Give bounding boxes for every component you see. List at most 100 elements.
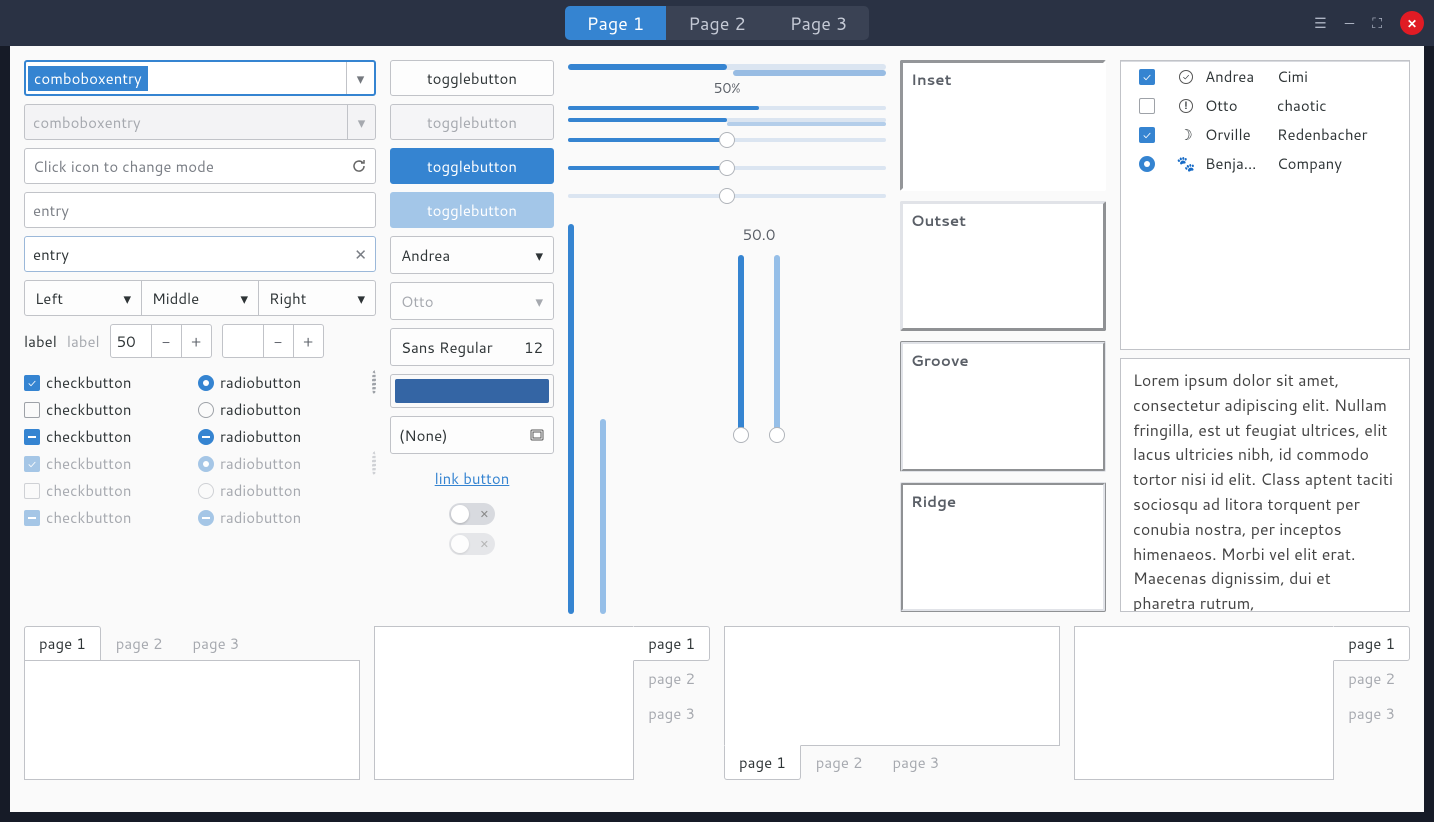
table-row[interactable]: 🐾 Benja... Company (1121, 149, 1409, 178)
radiobutton-4-disabled: radiobutton (198, 453, 354, 474)
row-checkbox[interactable] (1139, 98, 1155, 114)
dropdown-left[interactable]: Left▾ (24, 280, 142, 316)
togglebutton-3-active[interactable]: togglebutton (390, 148, 554, 184)
entry-mode[interactable]: Click icon to change mode (24, 148, 376, 184)
scale-h-2[interactable] (568, 166, 886, 170)
comboboxentry-1[interactable]: comboboxentry ▾ (24, 60, 376, 96)
frame-inset: Inset (900, 60, 1106, 191)
file-chooser-button[interactable]: (None) (390, 416, 554, 454)
checkbutton-3[interactable]: checkbutton (24, 426, 180, 447)
row-checkbox[interactable] (1139, 69, 1155, 85)
checkbutton-2[interactable]: checkbutton (24, 399, 180, 420)
radiobutton-1[interactable]: radiobutton (198, 372, 354, 393)
spin-value (223, 325, 263, 357)
font-selector[interactable]: Sans Regular12 (390, 328, 554, 366)
chevron-down-icon: ▾ (123, 288, 131, 309)
close-icon[interactable]: ✕ (1400, 11, 1424, 35)
vertical-scales: 50.0 (568, 224, 886, 614)
nb-tab-1[interactable]: page 1 (724, 745, 801, 780)
table-row[interactable]: ☽ Orville Redenbacher (1121, 120, 1409, 149)
textview[interactable]: Lorem ipsum dolor sit amet, consectetur … (1120, 358, 1410, 612)
tab-page-1[interactable]: Page 1 (565, 6, 667, 40)
togglebutton-1[interactable]: togglebutton (390, 60, 554, 96)
radiobutton-6-disabled: radiobutton (198, 507, 354, 528)
color-swatch-inner (395, 379, 549, 403)
combobox-otto-disabled: Otto▾ (390, 282, 554, 320)
label-spin-row: label label 50 − + − + (24, 324, 376, 358)
row-radio[interactable] (1139, 156, 1155, 172)
radiobutton-2[interactable]: radiobutton (198, 399, 354, 420)
notebook-bottom-tabs: page 1 page 2 page 3 (724, 626, 1060, 780)
switch-1[interactable]: ✕ (449, 503, 495, 525)
entry-2[interactable]: entry ✕ (24, 236, 376, 272)
nb-tab-1[interactable]: page 1 (24, 626, 101, 661)
label-disabled: label (67, 331, 100, 352)
maximize-icon[interactable]: ⛶ (1372, 13, 1382, 33)
combo-text: comboboxentry (25, 112, 347, 133)
col-scales: 50% 50.0 (568, 60, 886, 612)
scale-v-label: 50.0 (743, 224, 776, 245)
combo-text[interactable]: comboboxentry (28, 66, 148, 91)
minimize-icon[interactable]: — (1345, 13, 1354, 33)
nb-tab-2[interactable]: page 2 (633, 661, 710, 696)
dropdown-middle[interactable]: Middle▾ (142, 280, 259, 316)
tab-page-3[interactable]: Page 3 (768, 6, 870, 40)
chevron-down-icon: ▾ (357, 288, 365, 309)
nb-tab-2[interactable]: page 2 (801, 745, 878, 780)
col-tree-text: ✓ Andrea Cimi ! Otto chaotic ☽ Orville R… (1120, 60, 1410, 612)
scale-v-1[interactable] (568, 224, 574, 614)
folder-icon (529, 427, 545, 443)
scale-v-3[interactable] (738, 255, 744, 435)
nb-tab-2[interactable]: page 2 (1333, 661, 1410, 696)
togglebutton-4-active-disabled: togglebutton (390, 192, 554, 228)
chevron-down-icon[interactable]: ▾ (346, 62, 374, 94)
frame-groove: Groove (900, 341, 1106, 472)
spin-plus-icon[interactable]: + (181, 325, 211, 357)
scale-h-1[interactable] (568, 138, 886, 142)
progressbar-1 (568, 64, 886, 70)
row-checkbox[interactable] (1139, 127, 1155, 143)
color-button[interactable] (390, 374, 554, 408)
check-circle-icon: ✓ (1179, 70, 1193, 84)
refresh-icon[interactable] (351, 158, 367, 174)
notebook-right-tabs-2: page 1 page 2 page 3 (1074, 626, 1410, 780)
treeview[interactable]: ✓ Andrea Cimi ! Otto chaotic ☽ Orville R… (1120, 60, 1410, 350)
spinbutton-2-disabled: − + (222, 324, 324, 358)
nb-tab-1[interactable]: page 1 (1333, 626, 1410, 661)
window-controls: ☰ — ⛶ ✕ (1314, 11, 1424, 35)
nb-tab-2[interactable]: page 2 (101, 626, 178, 661)
chevron-down-icon: ▾ (347, 105, 375, 139)
spin-minus-icon[interactable]: − (151, 325, 181, 357)
hamburger-menu-icon[interactable]: ☰ (1314, 13, 1327, 33)
spin-value[interactable]: 50 (111, 325, 151, 357)
col-buttons: togglebutton togglebutton togglebutton t… (390, 60, 554, 612)
notebook-page (724, 626, 1060, 746)
table-row[interactable]: ✓ Andrea Cimi (1121, 62, 1409, 91)
tab-page-2[interactable]: Page 2 (666, 6, 768, 40)
nb-tab-3[interactable]: page 3 (1333, 696, 1410, 731)
radiobutton-5-disabled: radiobutton (198, 480, 354, 501)
clear-icon[interactable]: ✕ (354, 244, 367, 265)
entry-1[interactable]: entry (24, 192, 376, 228)
nb-tab-1[interactable]: page 1 (633, 626, 710, 661)
switch-off-icon: ✕ (480, 536, 489, 552)
nb-tab-3[interactable]: page 3 (878, 745, 955, 780)
scale-h-3[interactable] (568, 194, 886, 198)
table-row[interactable]: ! Otto chaotic (1121, 91, 1409, 120)
dropdown-right[interactable]: Right▾ (259, 280, 376, 316)
checkbutton-1[interactable]: checkbutton (24, 372, 180, 393)
notebook-top-tabs: page 1 page 2 page 3 (24, 626, 360, 780)
scale-v-4[interactable] (774, 255, 780, 435)
scale-v-2[interactable] (600, 419, 606, 614)
link-button[interactable]: link button (390, 462, 554, 495)
spinbutton-1[interactable]: 50 − + (110, 324, 212, 358)
nb-tab-3[interactable]: page 3 (633, 696, 710, 731)
warning-icon: ! (1179, 99, 1193, 113)
checkbutton-5-disabled: checkbutton (24, 480, 180, 501)
combobox-andrea[interactable]: Andrea▾ (390, 236, 554, 274)
nb-tab-3[interactable]: page 3 (178, 626, 255, 661)
main-area: comboboxentry ▾ comboboxentry ▾ Click ic… (10, 46, 1424, 626)
radiobutton-3[interactable]: radiobutton (198, 426, 354, 447)
label-enabled: label (24, 331, 57, 352)
frame-outset: Outset (900, 201, 1106, 332)
